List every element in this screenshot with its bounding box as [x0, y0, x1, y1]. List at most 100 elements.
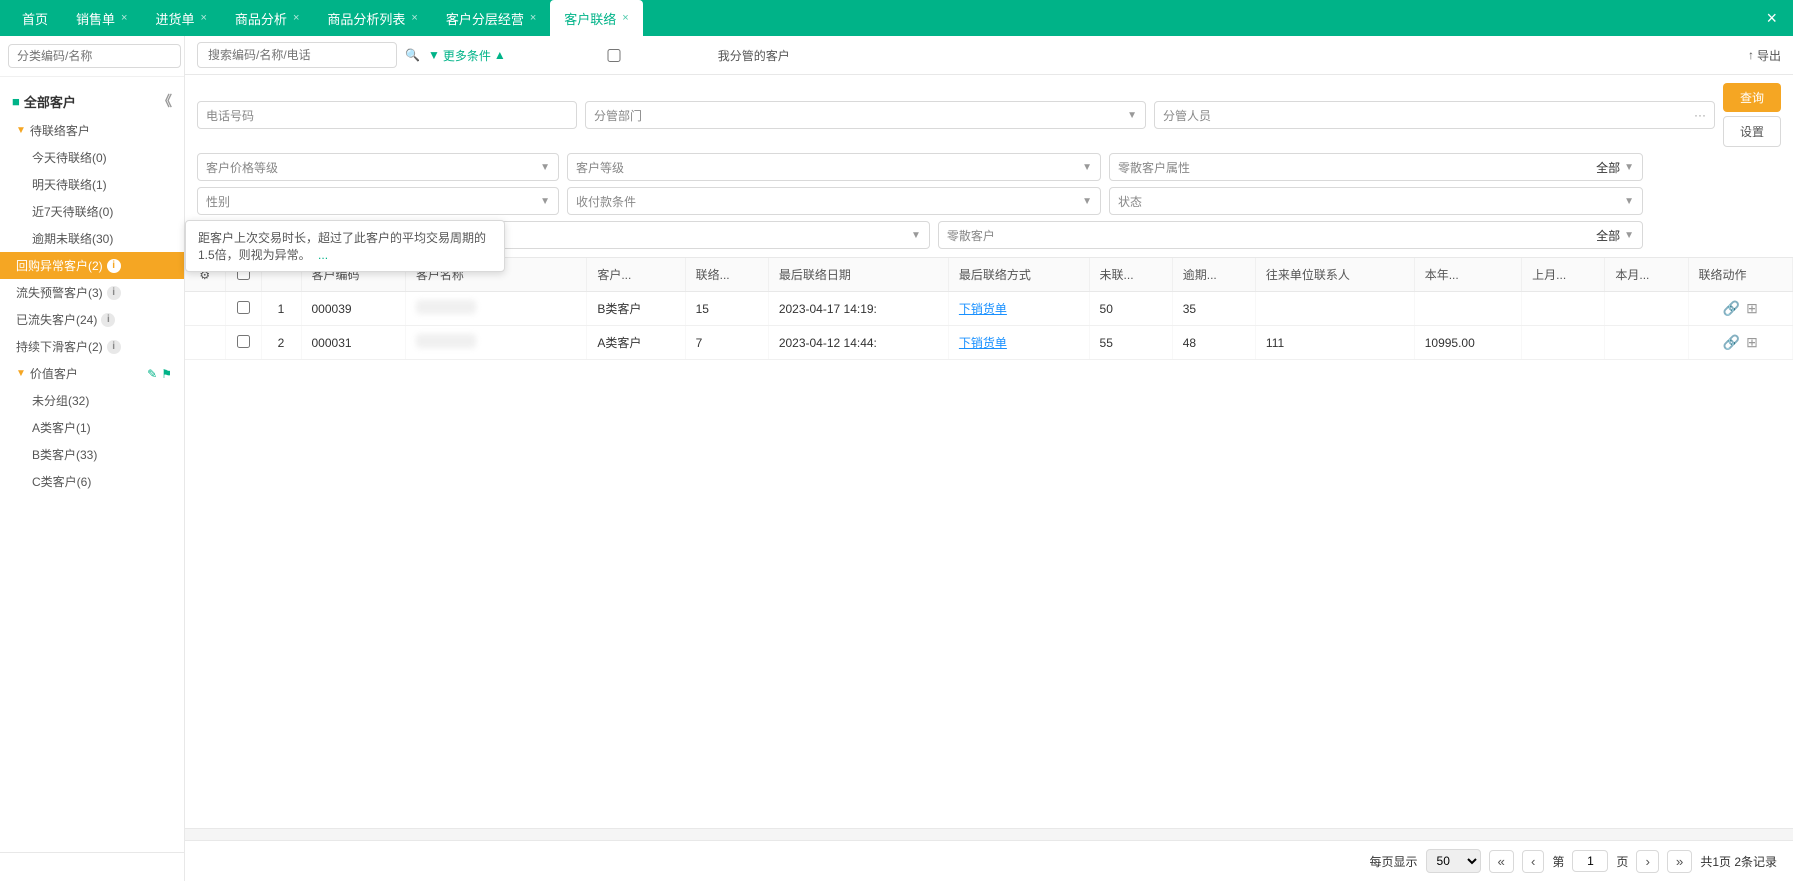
- prev-page-btn[interactable]: ‹: [1522, 850, 1544, 873]
- nav-purchase[interactable]: 进货单 ×: [141, 0, 220, 36]
- table-row: 1 000039 B类客户 15 2023-04-17 14:19: 下销货单 …: [185, 292, 1793, 326]
- last-page-btn[interactable]: »: [1667, 850, 1692, 873]
- row2-this-month: [1605, 326, 1688, 360]
- bottom-scrollbar[interactable]: [185, 828, 1793, 840]
- sidebar-item-today[interactable]: 今天待联络(0): [0, 144, 184, 171]
- sidebar-group-pending[interactable]: ▼ 待联络客户: [0, 117, 184, 144]
- nav-sales-close[interactable]: ×: [121, 12, 127, 24]
- row1-contact-action: 🔗 ⊞: [1688, 292, 1792, 326]
- pay-condition-field[interactable]: 收付款条件 ▼: [567, 187, 1101, 215]
- nav-purchase-close[interactable]: ×: [200, 12, 206, 24]
- more-conditions-arrow: ▲: [494, 48, 506, 62]
- my-customers-checkbox-label[interactable]: 我分管的客户: [514, 47, 790, 64]
- row1-check[interactable]: [225, 292, 261, 326]
- sidebar-item-a-class[interactable]: A类客户(1): [0, 414, 184, 441]
- col-header-last-contact-date: 最后联络日期: [768, 258, 948, 292]
- col-header-contact-action: 联络动作: [1688, 258, 1792, 292]
- row2-contact-action: 🔗 ⊞: [1688, 326, 1792, 360]
- retail-field[interactable]: 零散客户 全部 ▼: [938, 221, 1643, 249]
- page-label: 第: [1552, 853, 1564, 870]
- sidebar-item-b-class[interactable]: B类客户(33): [0, 441, 184, 468]
- first-page-btn[interactable]: «: [1489, 850, 1514, 873]
- per-page-select[interactable]: 10 20 50 100: [1426, 849, 1481, 873]
- sidebar-item-declining[interactable]: 持续下滑客户(2) i: [0, 333, 184, 360]
- person-more-icon[interactable]: ···: [1694, 108, 1706, 122]
- price-level-field[interactable]: 客户价格等级 ▼: [197, 153, 559, 181]
- sidebar-collapse-btn[interactable]: 《: [158, 91, 172, 111]
- nav-product-analysis-list[interactable]: 商品分析列表 ×: [313, 0, 431, 36]
- query-btn[interactable]: 查询: [1723, 83, 1781, 112]
- data-table: ⚙ 客户编码 客户名称 客户... 联络... 最后联络日期 最后联络方式 未联…: [185, 258, 1793, 360]
- sidebar-item-week[interactable]: 近7天待联络(0): [0, 198, 184, 225]
- value-customer-edit-icon[interactable]: ✎: [147, 367, 157, 381]
- value-customer-flag-icon[interactable]: ⚑: [161, 367, 172, 381]
- row2-unread: 55: [1089, 326, 1172, 360]
- retail-attr-field[interactable]: 零散客户属性 全部 ▼: [1109, 153, 1643, 181]
- row2-check[interactable]: [225, 326, 261, 360]
- nav-home[interactable]: 首页: [8, 0, 62, 36]
- status-field[interactable]: 状态 ▼: [1109, 187, 1643, 215]
- nav-sales[interactable]: 销售单 ×: [62, 0, 141, 36]
- nav-product-analysis-list-close[interactable]: ×: [411, 12, 417, 24]
- table-area: ⚙ 客户编码 客户名称 客户... 联络... 最后联络日期 最后联络方式 未联…: [185, 258, 1793, 828]
- settings-btn[interactable]: 设置: [1723, 116, 1781, 147]
- row1-link-icon[interactable]: 🔗: [1723, 300, 1740, 317]
- main-layout: 🔍 ■ 全部客户 《 ▼ 待联络客户 今天待联络(0) 明天待联络(1) 近7天…: [0, 36, 1793, 881]
- row1-unread: 50: [1089, 292, 1172, 326]
- row2-link-icon[interactable]: 🔗: [1723, 334, 1740, 351]
- nav-customer-contact[interactable]: 客户联络 ×: [550, 0, 642, 36]
- gender-field[interactable]: 性别 ▼: [197, 187, 559, 215]
- gender-dropdown-icon: ▼: [540, 196, 550, 207]
- nav-customer-contact-close[interactable]: ×: [622, 12, 628, 24]
- more-conditions-btn[interactable]: ▼ 更多条件 ▲: [428, 47, 506, 64]
- sidebar-item-abnormal-repurchase[interactable]: 回购异常客户(2) i: [0, 252, 184, 279]
- row2-customer-type: A类客户: [587, 326, 685, 360]
- sidebar-item-overdue[interactable]: 逾期未联络(30): [0, 225, 184, 252]
- row1-checkbox[interactable]: [237, 301, 250, 314]
- search-input[interactable]: [197, 42, 397, 68]
- close-all-tabs[interactable]: ×: [1758, 8, 1785, 29]
- row1-setting: [185, 292, 225, 326]
- retail-attr-dropdown-icon: ▼: [1624, 162, 1634, 173]
- row2-last-contact-method[interactable]: 下销货单: [948, 326, 1089, 360]
- filter-icon: ▼: [428, 48, 440, 62]
- page-unit: 页: [1616, 853, 1628, 870]
- sidebar-item-ungroup[interactable]: 未分组(32): [0, 387, 184, 414]
- my-customers-checkbox[interactable]: [514, 49, 714, 62]
- row1-last-contact-method[interactable]: 下销货单: [948, 292, 1089, 326]
- sidebar-item-tomorrow[interactable]: 明天待联络(1): [0, 171, 184, 198]
- per-page-label: 每页显示: [1370, 853, 1418, 870]
- nav-product-analysis-close[interactable]: ×: [293, 12, 299, 24]
- nav-customer-segment[interactable]: 客户分层经营 ×: [432, 0, 550, 36]
- row2-this-year: 10995.00: [1414, 326, 1521, 360]
- row1-company-contact: [1255, 292, 1414, 326]
- tooltip-more-dots[interactable]: ...: [318, 248, 328, 262]
- customer-level-field[interactable]: 客户等级 ▼: [567, 153, 1101, 181]
- row2-code: 000031: [301, 326, 405, 360]
- col-header-customer-type: 客户...: [587, 258, 685, 292]
- col-header-this-year: 本年...: [1414, 258, 1521, 292]
- row1-grid-icon[interactable]: ⊞: [1746, 300, 1758, 317]
- phone-field[interactable]: 电话号码: [197, 101, 577, 129]
- sidebar-item-lost-pre[interactable]: 流失预警客户(3) i: [0, 279, 184, 306]
- pagination-bar: 每页显示 10 20 50 100 « ‹ 第 页 › » 共1页 2条记录: [185, 840, 1793, 881]
- sidebar-value-customer-group[interactable]: ▼ 价值客户 ✎ ⚑: [0, 360, 184, 387]
- sidebar-search-input[interactable]: [8, 44, 181, 68]
- next-page-btn[interactable]: ›: [1636, 850, 1658, 873]
- person-field[interactable]: 分管人员 ···: [1154, 101, 1715, 129]
- page-input[interactable]: [1572, 850, 1608, 872]
- nav-customer-segment-close[interactable]: ×: [530, 12, 536, 24]
- nav-product-analysis[interactable]: 商品分析 ×: [221, 0, 313, 36]
- row1-contact: 15: [685, 292, 768, 326]
- row2-grid-icon[interactable]: ⊞: [1746, 334, 1758, 351]
- col-header-last-contact-method: 最后联络方式: [948, 258, 1089, 292]
- filter-search-icon[interactable]: 🔍: [405, 48, 420, 62]
- sidebar-item-c-class[interactable]: C类客户(6): [0, 468, 184, 495]
- row1-overdue: 35: [1172, 292, 1255, 326]
- export-btn[interactable]: ↑ 导出: [1748, 47, 1781, 64]
- row2-checkbox[interactable]: [237, 335, 250, 348]
- dept-dropdown-icon: ▼: [1127, 110, 1137, 121]
- tooltip-popup: 距客户上次交易时长，超过了此客户的平均交易周期的1.5倍，则视为异常。 ...: [185, 220, 505, 272]
- dept-field[interactable]: 分管部门 ▼: [585, 101, 1146, 129]
- sidebar-item-lost[interactable]: 已流失客户(24) i: [0, 306, 184, 333]
